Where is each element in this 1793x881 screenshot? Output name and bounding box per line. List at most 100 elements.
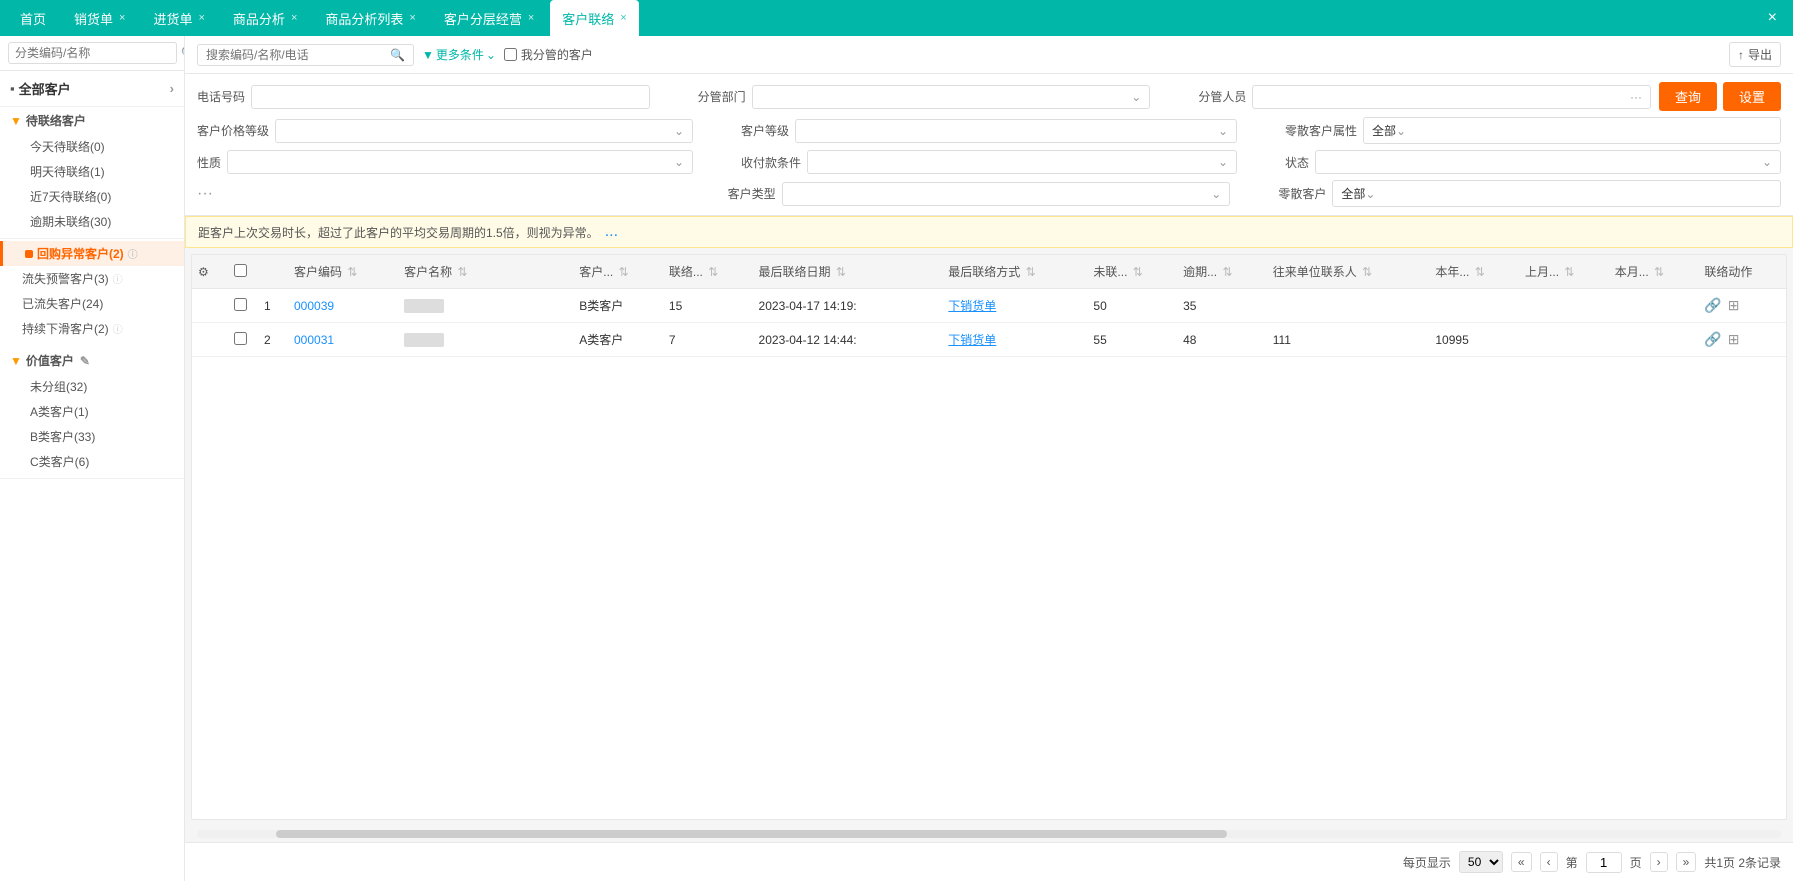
horizontal-scrollbar[interactable] <box>197 830 1781 838</box>
query-button[interactable]: 查询 <box>1659 82 1717 111</box>
sidebar-collapse-icon[interactable]: › <box>170 81 174 96</box>
col-this-month[interactable]: 本月... ⇅ <box>1609 255 1699 289</box>
filter-actions: 查询 设置 <box>1659 82 1781 111</box>
sidebar-item-c-class[interactable]: C类客户(6) <box>0 449 184 474</box>
window-close-button[interactable]: × <box>1760 9 1785 27</box>
info-icon-lost[interactable]: ⓘ <box>113 271 123 286</box>
filter-status-select[interactable]: ⌄ <box>1315 150 1781 174</box>
close-tab-customer-seg[interactable]: × <box>528 12 534 24</box>
prev-page-button[interactable]: ‹ <box>1540 852 1558 872</box>
col-contact-count[interactable]: 联络... ⇅ <box>663 255 753 289</box>
col-settings[interactable]: ⚙ <box>192 255 228 289</box>
filter-scattered-prop-select[interactable]: 全部 ⌄ <box>1363 117 1781 144</box>
row2-checkbox[interactable] <box>234 332 247 345</box>
tab-sales[interactable]: 销货单 × <box>62 0 137 36</box>
main-search-input[interactable] <box>206 48 386 62</box>
col-overdue[interactable]: 逾期... ⇅ <box>1177 255 1267 289</box>
col-name[interactable]: 客户名称 ⇅ <box>398 255 573 289</box>
tab-home[interactable]: 首页 <box>8 0 58 36</box>
my-customers-checkbox[interactable] <box>504 48 517 61</box>
filter-payment-select[interactable]: ⌄ <box>807 150 1237 174</box>
sidebar-item-lost-prediction[interactable]: 流失预警客户(3) ⓘ <box>0 266 184 291</box>
filter-scattered-customer: 零散客户 全部 ⌄ <box>1278 180 1781 207</box>
tab-purchase[interactable]: 进货单 × <box>141 0 216 36</box>
col-last-contact-method[interactable]: 最后联络方式 ⇅ <box>942 255 1087 289</box>
close-tab-analysis-list[interactable]: × <box>409 12 415 24</box>
col-contacts[interactable]: 往来单位联系人 ⇅ <box>1267 255 1430 289</box>
row2-grid-icon[interactable]: ⊞ <box>1728 331 1740 348</box>
sidebar-item-overdue[interactable]: 逾期未联络(30) <box>0 209 184 234</box>
sidebar-item-b-class[interactable]: B类客户(33) <box>0 424 184 449</box>
tooltip-more-dots[interactable]: ... <box>605 223 618 241</box>
my-customers-label[interactable]: 我分管的客户 <box>521 46 593 63</box>
info-icon-repurchase[interactable]: ⓘ <box>128 246 138 261</box>
sidebar-item-ungroup[interactable]: 未分组(32) <box>0 374 184 399</box>
more-conditions-button[interactable]: ▼ 更多条件 ⌄ <box>422 46 496 63</box>
sidebar-item-repurchase-abnormal[interactable]: 回购异常客户(2) ⓘ <box>0 241 184 266</box>
tab-customer-contact[interactable]: 客户联络 × <box>550 0 638 36</box>
col-last-month[interactable]: 上月... ⇅ <box>1519 255 1609 289</box>
row1-grid-icon[interactable]: ⊞ <box>1728 297 1740 314</box>
row2-link-icon[interactable]: 🔗 <box>1704 331 1721 348</box>
first-page-button[interactable]: « <box>1511 852 1532 872</box>
tab-analysis-list[interactable]: 商品分析列表 × <box>313 0 427 36</box>
filter-dept-select[interactable]: ⌄ <box>752 85 1151 109</box>
col-action: 联络动作 <box>1698 255 1786 289</box>
info-icon-declining[interactable]: ⓘ <box>113 321 123 336</box>
sidebar-item-7days[interactable]: 近7天待联络(0) <box>0 184 184 209</box>
close-tab-purchase[interactable]: × <box>198 12 204 24</box>
sidebar-section-value[interactable]: ▼ 价值客户 ✎ <box>0 347 184 374</box>
col-unpaid[interactable]: 未联... ⇅ <box>1087 255 1177 289</box>
filter-phone-input[interactable] <box>251 85 650 109</box>
filter-customer-level-select[interactable]: ⌄ <box>795 119 1237 143</box>
col-customer-type[interactable]: 客户... ⇅ <box>573 255 663 289</box>
col-this-year[interactable]: 本年... ⇅ <box>1429 255 1519 289</box>
filter-price-level: 客户价格等级 ⌄ <box>197 119 693 143</box>
sidebar-item-today[interactable]: 今天待联络(0) <box>0 134 184 159</box>
row1-contact-method[interactable]: 下销货单 <box>948 299 996 313</box>
close-tab-analysis[interactable]: × <box>291 12 297 24</box>
export-button[interactable]: ↑ 导出 <box>1729 42 1781 67</box>
filter-scattered-customer-label: 零散客户 <box>1278 185 1326 202</box>
col-code[interactable]: 客户编码 ⇅ <box>288 255 398 289</box>
top-nav: 首页 销货单 × 进货单 × 商品分析 × 商品分析列表 × 客户分层经营 × … <box>0 0 1793 36</box>
row2-contact-method[interactable]: 下销货单 <box>948 333 996 347</box>
filter-manager-select[interactable]: ··· <box>1252 85 1651 109</box>
sidebar-item-tomorrow[interactable]: 明天待联络(1) <box>0 159 184 184</box>
row1-checkbox[interactable] <box>234 298 247 311</box>
settings-button[interactable]: 设置 <box>1723 82 1781 111</box>
select-all-checkbox[interactable] <box>234 264 247 277</box>
row1-actions: 🔗 ⊞ <box>1704 297 1780 314</box>
filter-dept-label: 分管部门 <box>698 88 746 105</box>
sidebar-item-declining[interactable]: 持续下滑客户(2) ⓘ <box>0 316 184 341</box>
close-tab-customer-contact[interactable]: × <box>620 12 626 24</box>
sidebar-item-lost[interactable]: 已流失客户(24) <box>0 291 184 316</box>
tab-analysis[interactable]: 商品分析 × <box>221 0 309 36</box>
export-icon: ↑ <box>1738 48 1744 62</box>
scroll-thumb[interactable] <box>276 830 1226 838</box>
current-page-input[interactable] <box>1586 852 1622 873</box>
table-settings-icon[interactable]: ⚙ <box>198 265 209 279</box>
main-search-icon[interactable]: 🔍 <box>390 48 405 62</box>
filter-bar: 🔍 ▼ 更多条件 ⌄ 我分管的客户 ↑ 导出 <box>185 36 1793 74</box>
edit-value-group-icon[interactable]: ✎ <box>80 354 90 368</box>
per-page-select[interactable]: 50 <box>1459 851 1503 873</box>
filter-status: 状态 ⌄ <box>1285 150 1781 174</box>
sidebar-item-a-class[interactable]: A类客户(1) <box>0 399 184 424</box>
sidebar-section-pending[interactable]: ▼ 待联络客户 <box>0 107 184 134</box>
filter-more-dots-icon[interactable]: ··· <box>197 185 213 203</box>
filter-customer-type-select[interactable]: ⌄ <box>782 182 1231 206</box>
col-last-contact-date[interactable]: 最后联络日期 ⇅ <box>753 255 943 289</box>
next-page-button[interactable]: › <box>1650 852 1668 872</box>
filter-price-level-select[interactable]: ⌄ <box>275 119 693 143</box>
row1-name-blur <box>404 299 444 313</box>
filter-nature-select[interactable]: ⌄ <box>227 150 693 174</box>
tab-customer-seg[interactable]: 客户分层经营 × <box>432 0 546 36</box>
close-tab-sales[interactable]: × <box>119 12 125 24</box>
col-checkbox <box>228 255 258 289</box>
filter-scattered-customer-select[interactable]: 全部 ⌄ <box>1332 180 1781 207</box>
sidebar-header: ▪ 全部客户 › <box>0 71 184 107</box>
sidebar-search-input[interactable] <box>8 42 177 64</box>
last-page-button[interactable]: » <box>1676 852 1697 872</box>
row1-link-icon[interactable]: 🔗 <box>1704 297 1721 314</box>
